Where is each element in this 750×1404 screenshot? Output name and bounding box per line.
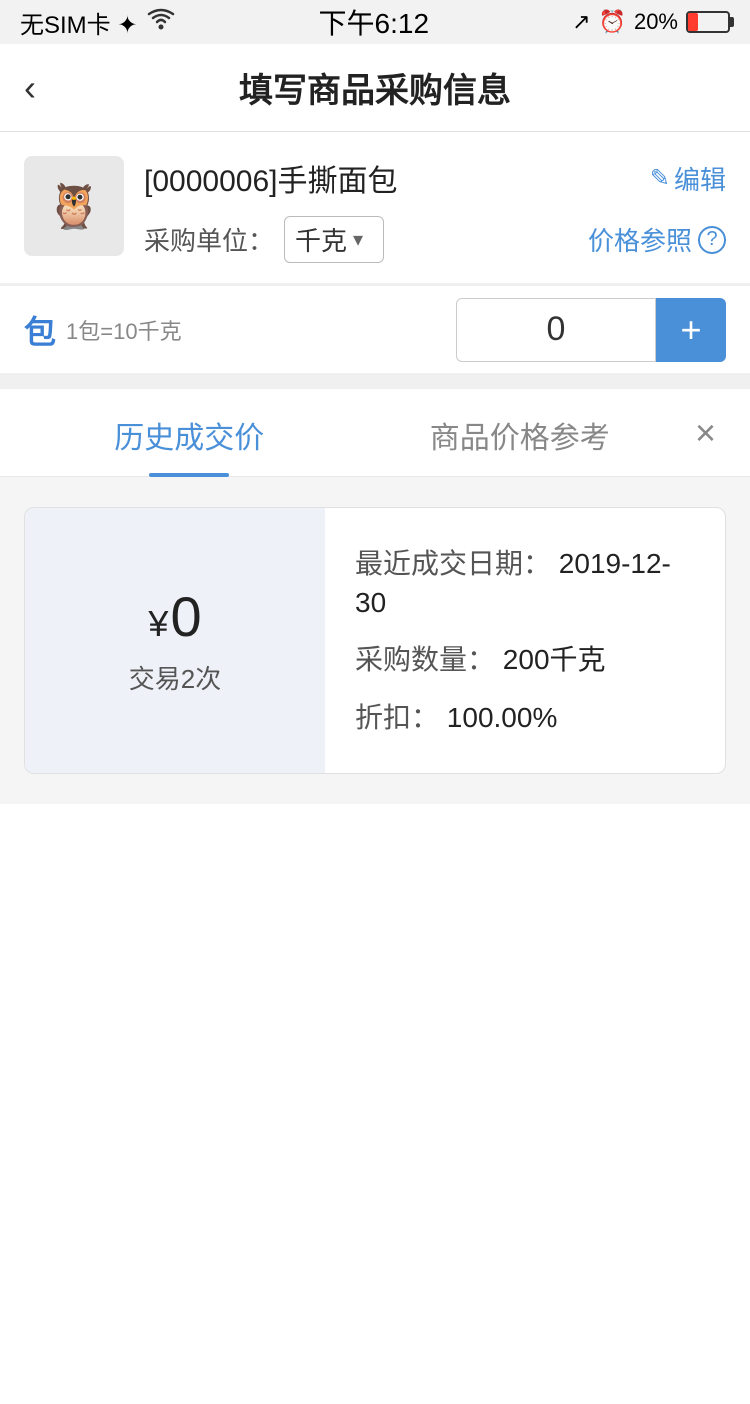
unit-label-text: 采购单位： (144, 221, 274, 258)
discount-label: 折扣： (355, 702, 439, 733)
quantity-row: 包 1包=10千克 0 + (0, 285, 750, 373)
unit-dropdown-arrow: ▾ (353, 227, 363, 252)
product-card: 🦉 [0000006]手撕面包 ✎ 编辑 采购单位： 千克 ▾ 价格参照 ? (0, 132, 750, 283)
product-unit-row: 采购单位： 千克 ▾ 价格参照 ? (144, 216, 726, 263)
product-title: 手撕面包 (277, 165, 397, 198)
price-currency: ¥ (148, 603, 168, 645)
plus-icon: + (680, 309, 701, 351)
edit-label: 编辑 (674, 160, 726, 197)
carrier-text: 无SIM卡 ✦ (20, 5, 137, 40)
product-id: [0000006] (144, 165, 277, 198)
quantity-input[interactable]: 0 (456, 298, 656, 362)
quantity-unit-label: 包 1包=10千克 (24, 307, 182, 353)
rest-area (0, 804, 750, 1404)
unit-label: 采购单位： 千克 ▾ (144, 216, 384, 263)
status-time: 下午6:12 (319, 2, 430, 42)
tab-history-label: 历史成交价 (114, 422, 264, 455)
battery-icon (686, 11, 730, 33)
product-name: [0000006]手撕面包 (144, 156, 397, 200)
back-button[interactable]: ‹ (24, 67, 36, 109)
section-divider (0, 373, 750, 389)
recent-date-row: 最近成交日期： 2019-12-30 (355, 544, 695, 622)
status-right: ↗ ⏰ 20% (572, 9, 730, 35)
purchase-qty-label: 采购数量： (355, 644, 495, 675)
unit-select-value: 千克 (295, 221, 347, 258)
price-details: 最近成交日期： 2019-12-30 采购数量： 200千克 折扣： 100.0… (325, 508, 725, 773)
edit-button[interactable]: ✎ 编辑 (650, 160, 726, 197)
page-title: 填写商品采购信息 (239, 63, 511, 112)
product-header: [0000006]手撕面包 ✎ 编辑 (144, 156, 726, 200)
quantity-input-area: 0 + (456, 298, 726, 362)
price-card: ¥ 0 交易2次 最近成交日期： 2019-12-30 采购数量： 200千克 … (24, 507, 726, 774)
tab-history-price[interactable]: 历史成交价 (24, 389, 354, 477)
status-left: 无SIM卡 ✦ (20, 5, 175, 40)
battery-percent: 20% (634, 9, 678, 35)
status-bar: 无SIM卡 ✦ 下午6:12 ↗ ⏰ 20% (0, 0, 750, 44)
product-thumbnail: 🦉 (24, 156, 124, 256)
quantity-value: 0 (547, 310, 566, 349)
product-info: [0000006]手撕面包 ✎ 编辑 采购单位： 千克 ▾ 价格参照 ? (144, 156, 726, 263)
transaction-count: 交易2次 (129, 659, 221, 696)
product-thumb-icon: 🦉 (47, 180, 102, 232)
tab-close-button[interactable]: × (685, 412, 726, 454)
discount-row: 折扣： 100.00% (355, 698, 695, 737)
quantity-unit-sub: 1包=10千克 (66, 314, 182, 346)
tab-product-price-ref[interactable]: 商品价格参考 (354, 389, 684, 477)
quantity-plus-button[interactable]: + (656, 298, 726, 362)
price-reference-button[interactable]: 价格参照 ? (588, 221, 726, 258)
location-icon: ↗ (572, 9, 590, 35)
price-ref-label: 价格参照 (588, 221, 692, 258)
history-content: ¥ 0 交易2次 最近成交日期： 2019-12-30 采购数量： 200千克 … (0, 477, 750, 804)
tab-bar: 历史成交价 商品价格参考 × (0, 389, 750, 477)
price-value: 0 (170, 584, 201, 649)
tab-price-ref-label: 商品价格参考 (430, 422, 610, 455)
discount-value: 100.00% (447, 702, 558, 733)
price-ref-help-icon: ? (698, 226, 726, 254)
recent-date-label: 最近成交日期： (355, 548, 551, 579)
price-summary: ¥ 0 交易2次 (25, 508, 325, 773)
nav-bar: ‹ 填写商品采购信息 (0, 44, 750, 132)
purchase-qty-value: 200千克 (503, 644, 606, 675)
purchase-qty-row: 采购数量： 200千克 (355, 640, 695, 679)
alarm-icon: ⏰ (599, 9, 626, 35)
quantity-unit-big: 包 (24, 307, 56, 353)
wifi-icon (147, 8, 175, 37)
price-amount: ¥ 0 (148, 584, 201, 649)
edit-icon: ✎ (650, 164, 670, 193)
unit-select[interactable]: 千克 ▾ (284, 216, 384, 263)
